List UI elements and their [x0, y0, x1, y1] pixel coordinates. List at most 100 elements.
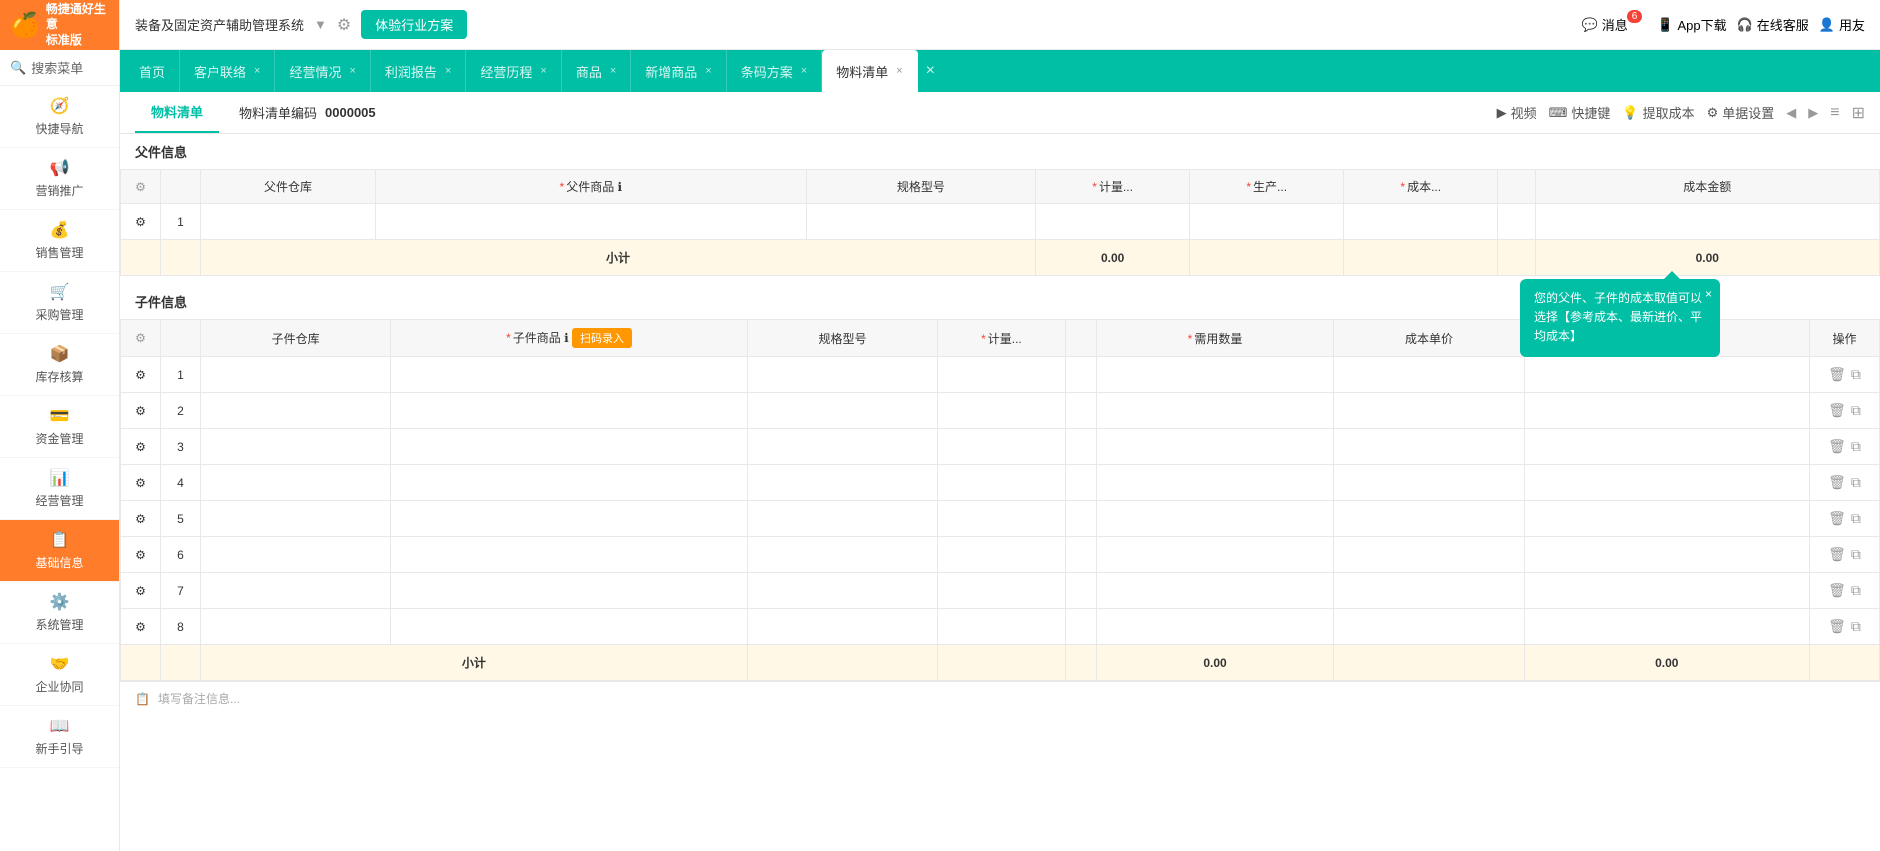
child-row-3-settings[interactable]: ⚙: [121, 429, 161, 465]
child-row-3-unit[interactable]: [938, 429, 1066, 465]
sidebar-item-quick-nav[interactable]: 🧭 快捷导航: [0, 86, 119, 148]
child-row-7-spec[interactable]: [747, 573, 937, 609]
child-row-1-goods[interactable]: [391, 357, 748, 393]
child-row-1-unit[interactable]: [938, 357, 1066, 393]
child-row-6-qty[interactable]: [1096, 537, 1334, 573]
sidebar-item-sales[interactable]: 💰 销售管理: [0, 210, 119, 272]
child-row-6-delete[interactable]: 🗑: [1828, 546, 1846, 563]
child-row-8-delete[interactable]: 🗑: [1828, 618, 1846, 635]
child-row-8-spec[interactable]: [747, 609, 937, 645]
child-row-7-warehouse[interactable]: [201, 573, 391, 609]
message-action[interactable]: 💬 消息 6: [1582, 15, 1648, 34]
tab-goods-close[interactable]: ×: [610, 65, 616, 77]
card-view-btn[interactable]: ⊞: [1852, 103, 1865, 123]
child-row-4-delete[interactable]: 🗑: [1828, 474, 1846, 491]
child-row-7-copy[interactable]: ⧉: [1851, 582, 1861, 599]
child-row-6-unit-cost[interactable]: [1334, 537, 1524, 573]
tooltip-close-btn[interactable]: ×: [1705, 285, 1712, 304]
parent-row-spec[interactable]: [806, 204, 1036, 240]
child-row-6-settings[interactable]: ⚙: [121, 537, 161, 573]
sidebar-item-purchase[interactable]: 🛒 采购管理: [0, 272, 119, 334]
child-row-3-unit-cost[interactable]: [1334, 429, 1524, 465]
child-row-3-warehouse[interactable]: [201, 429, 391, 465]
child-row-4-unit-cost[interactable]: [1334, 465, 1524, 501]
tab-goods[interactable]: 商品 ×: [562, 50, 631, 92]
tab-barcode[interactable]: 条码方案 ×: [727, 50, 822, 92]
child-row-8-copy[interactable]: ⧉: [1851, 618, 1861, 635]
experience-btn[interactable]: 体验行业方案: [361, 10, 467, 39]
parent-row-goods[interactable]: [376, 204, 806, 240]
child-row-2-settings[interactable]: ⚙: [121, 393, 161, 429]
user-action[interactable]: 👤 用友: [1819, 15, 1865, 34]
child-row-4-spec[interactable]: [747, 465, 937, 501]
parent-row-warehouse[interactable]: [201, 204, 376, 240]
notes-placeholder[interactable]: 填写备注信息...: [158, 690, 240, 707]
search-menu[interactable]: 🔍 搜索菜单: [0, 50, 119, 86]
child-row-3-goods[interactable]: [391, 429, 748, 465]
child-row-7-goods[interactable]: [391, 573, 748, 609]
nav-next-btn[interactable]: ▶: [1808, 105, 1818, 121]
child-row-2-copy[interactable]: ⧉: [1851, 402, 1861, 419]
child-row-6-spec[interactable]: [747, 537, 937, 573]
sidebar-item-system[interactable]: ⚙️ 系统管理: [0, 582, 119, 644]
tab-customer[interactable]: 客户联络 ×: [180, 50, 275, 92]
sidebar-item-guide[interactable]: 📖 新手引导: [0, 706, 119, 768]
child-row-7-qty[interactable]: [1096, 573, 1334, 609]
tab-bom-close[interactable]: ×: [896, 65, 902, 77]
child-row-7-unit[interactable]: [938, 573, 1066, 609]
child-row-5-warehouse[interactable]: [201, 501, 391, 537]
tab-new-goods[interactable]: 新增商品 ×: [631, 50, 726, 92]
child-row-2-unit-cost[interactable]: [1334, 393, 1524, 429]
child-row-5-delete[interactable]: 🗑: [1828, 510, 1846, 527]
gear-icon[interactable]: ⚙: [135, 180, 146, 194]
child-row-8-unit-cost[interactable]: [1334, 609, 1524, 645]
tab-new-goods-close[interactable]: ×: [705, 65, 711, 77]
child-row-2-warehouse[interactable]: [201, 393, 391, 429]
nav-prev-btn[interactable]: ◀: [1786, 105, 1796, 121]
child-row-5-unit[interactable]: [938, 501, 1066, 537]
child-row-7-settings[interactable]: ⚙: [121, 573, 161, 609]
close-all-tabs[interactable]: ×: [918, 62, 943, 80]
child-row-4-unit[interactable]: [938, 465, 1066, 501]
tab-history-close[interactable]: ×: [540, 65, 546, 77]
sub-tab-bom-list[interactable]: 物料清单: [135, 92, 219, 133]
child-row-1-copy[interactable]: ⧉: [1851, 366, 1861, 383]
sidebar-item-operations[interactable]: 📊 经营管理: [0, 458, 119, 520]
child-row-3-copy[interactable]: ⧉: [1851, 438, 1861, 455]
child-row-8-goods[interactable]: [391, 609, 748, 645]
child-row-5-goods[interactable]: [391, 501, 748, 537]
app-download-action[interactable]: 📱 App下载: [1657, 15, 1726, 34]
settings-icon[interactable]: ⚙: [337, 15, 351, 35]
child-row-6-unit[interactable]: [938, 537, 1066, 573]
child-row-5-qty[interactable]: [1096, 501, 1334, 537]
child-row-6-warehouse[interactable]: [201, 537, 391, 573]
child-gear-icon[interactable]: ⚙: [135, 331, 146, 345]
child-row-3-delete[interactable]: 🗑: [1828, 438, 1846, 455]
sidebar-item-inventory[interactable]: 📦 库存核算: [0, 334, 119, 396]
child-row-1-spec[interactable]: [747, 357, 937, 393]
child-row-1-qty[interactable]: [1096, 357, 1334, 393]
parent-row-cost[interactable]: [1344, 204, 1498, 240]
child-row-2-qty[interactable]: [1096, 393, 1334, 429]
sidebar-item-basic-info[interactable]: 📋 基础信息: [0, 520, 119, 582]
tab-home[interactable]: 首页: [125, 50, 180, 92]
child-row-8-warehouse[interactable]: [201, 609, 391, 645]
child-row-6-copy[interactable]: ⧉: [1851, 546, 1861, 563]
child-row-5-unit-cost[interactable]: [1334, 501, 1524, 537]
parent-row-settings[interactable]: ⚙: [121, 204, 161, 240]
sidebar-item-enterprise[interactable]: 🤝 企业协同: [0, 644, 119, 706]
child-row-2-spec[interactable]: [747, 393, 937, 429]
child-row-7-delete[interactable]: 🗑: [1828, 582, 1846, 599]
shortcut-action[interactable]: ⌨ 快捷键: [1549, 103, 1611, 122]
child-row-1-unit-cost[interactable]: [1334, 357, 1524, 393]
tab-operations-close[interactable]: ×: [349, 65, 355, 77]
child-row-1-delete[interactable]: 🗑: [1828, 366, 1846, 383]
child-row-8-qty[interactable]: [1096, 609, 1334, 645]
child-row-4-qty[interactable]: [1096, 465, 1334, 501]
tab-bom[interactable]: 物料清单 ×: [822, 50, 917, 92]
child-row-4-copy[interactable]: ⧉: [1851, 474, 1861, 491]
list-view-btn[interactable]: ≡: [1830, 104, 1839, 122]
sidebar-item-finance[interactable]: 💳 资金管理: [0, 396, 119, 458]
child-row-8-settings[interactable]: ⚙: [121, 609, 161, 645]
tab-operations[interactable]: 经营情况 ×: [275, 50, 370, 92]
